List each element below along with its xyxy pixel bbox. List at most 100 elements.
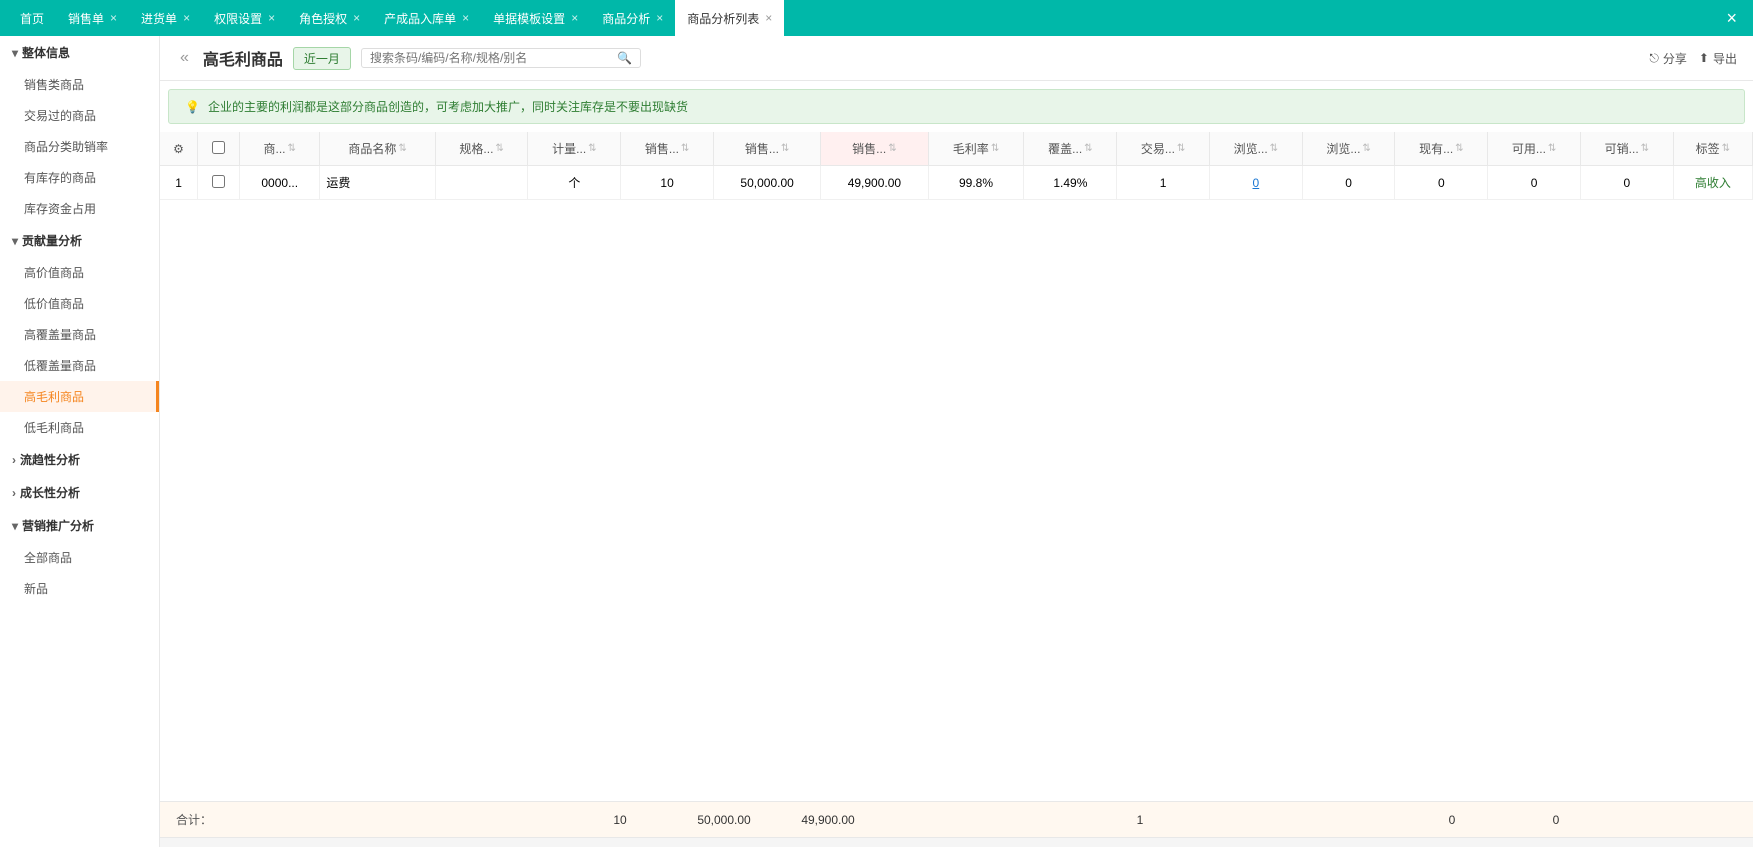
select-all-checkbox[interactable] [212, 141, 225, 154]
sidebar-group-marketing-label: 营销推广分析 [22, 517, 94, 534]
col-margin-rate[interactable]: 毛利率 ⇅ [928, 132, 1024, 166]
sidebar-group-contribution[interactable]: ▾ 贡献量分析 [0, 224, 159, 257]
nav-item-product-analysis[interactable]: 商品分析 × [590, 0, 675, 36]
filter-recent-month-button[interactable]: 近一月 [293, 47, 351, 70]
nav-item-purchase[interactable]: 进货单 × [129, 0, 202, 36]
cell-spec [435, 166, 528, 200]
nav-item-product-stock[interactable]: 产成品入库单 × [372, 0, 481, 36]
cell-trade: 1 [1117, 166, 1210, 200]
cell-coverage: 1.49% [1024, 166, 1117, 200]
nav-item-role[interactable]: 角色授权 × [287, 0, 372, 36]
sidebar-group-contribution-label: 贡献量分析 [22, 232, 82, 249]
sidebar-item-sales-goods[interactable]: 销售类商品 [0, 69, 159, 100]
sort-icon: ⇅ [1177, 143, 1185, 154]
sidebar-item-stock-capital[interactable]: 库存资金占用 [0, 193, 159, 224]
cell-margin-rate: 99.8% [928, 166, 1024, 200]
close-icon[interactable]: × [183, 11, 190, 25]
collapse-arrow-icon: ▾ [12, 519, 18, 533]
sidebar-item-high-value[interactable]: 高价值商品 [0, 257, 159, 288]
nav-item-home[interactable]: 首页 [8, 0, 56, 36]
top-nav: 首页 销售单 × 进货单 × 权限设置 × 角色授权 × 产成品入库单 × 单据… [0, 0, 1753, 36]
collapse-arrow-icon: ▾ [12, 234, 18, 248]
share-button[interactable]: ⎋ 分享 [1649, 50, 1687, 67]
col-checkbox[interactable] [198, 132, 240, 166]
table-row: 1 0000... 运费 个 10 50,000.00 49,900.00 99… [160, 166, 1753, 200]
sidebar: ▾ 整体信息 销售类商品 交易过的商品 商品分类助销率 有库存的商品 库存资金占… [0, 36, 160, 847]
sidebar-item-category-rate[interactable]: 商品分类助销率 [0, 131, 159, 162]
sidebar-item-new-goods[interactable]: 新品 [0, 573, 159, 604]
col-coverage[interactable]: 覆盖... ⇅ [1024, 132, 1117, 166]
close-icon[interactable]: × [462, 11, 469, 25]
sort-icon: ⇅ [495, 143, 503, 154]
page-title: 高毛利商品 [203, 46, 283, 70]
cell-sales-qty: 10 [621, 166, 714, 200]
table-container: ⚙ 商... ⇅ 商品名称 [160, 132, 1753, 801]
sidebar-group-overall[interactable]: ▾ 整体信息 [0, 36, 159, 69]
collapse-arrow-right-icon: › [12, 453, 16, 467]
sort-icon: ⇅ [1641, 143, 1649, 154]
bottom-scrollbar[interactable] [160, 837, 1753, 847]
cell-browse1[interactable]: 0 [1209, 166, 1302, 200]
sidebar-group-trend[interactable]: › 流趋性分析 [0, 443, 159, 476]
close-icon[interactable]: × [765, 11, 772, 25]
col-browse2[interactable]: 浏览... ⇅ [1302, 132, 1395, 166]
footer-stock-cur: 0 [1412, 813, 1492, 827]
sidebar-item-low-coverage[interactable]: 低覆盖量商品 [0, 350, 159, 381]
export-icon: ⬆ [1699, 51, 1709, 65]
col-stock-cur[interactable]: 现有... ⇅ [1395, 132, 1488, 166]
sort-icon: ⇅ [681, 143, 689, 154]
row-select-checkbox[interactable] [212, 175, 225, 188]
collapse-sidebar-button[interactable]: « [176, 49, 193, 67]
search-icon[interactable]: 🔍 [617, 51, 632, 65]
sidebar-item-stock-goods[interactable]: 有库存的商品 [0, 162, 159, 193]
col-name[interactable]: 商品名称 ⇅ [320, 132, 435, 166]
col-unit[interactable]: 计量... ⇅ [528, 132, 621, 166]
col-trade[interactable]: 交易... ⇅ [1117, 132, 1210, 166]
close-icon[interactable]: × [656, 11, 663, 25]
close-icon[interactable]: × [353, 11, 360, 25]
sidebar-item-high-coverage[interactable]: 高覆盖量商品 [0, 319, 159, 350]
sidebar-item-all-goods[interactable]: 全部商品 [0, 542, 159, 573]
sort-icon: ⇅ [1722, 143, 1730, 154]
nav-item-sales[interactable]: 销售单 × [56, 0, 129, 36]
sidebar-group-growth-label: 成长性分析 [20, 484, 80, 501]
col-browse1[interactable]: 浏览... ⇅ [1209, 132, 1302, 166]
sidebar-group-growth[interactable]: › 成长性分析 [0, 476, 159, 509]
col-sales-profit[interactable]: 销售... ⇅ [821, 132, 928, 166]
col-sales-qty[interactable]: 销售... ⇅ [621, 132, 714, 166]
nav-item-product-analysis-list[interactable]: 商品分析列表 × [675, 0, 784, 36]
col-sales-amount[interactable]: 销售... ⇅ [713, 132, 820, 166]
search-box: 🔍 [361, 48, 641, 68]
cell-code: 0000... [240, 166, 320, 200]
close-icon[interactable]: × [268, 11, 275, 25]
cell-stock-cur: 0 [1395, 166, 1488, 200]
cell-name: 运费 [320, 166, 435, 200]
col-tag[interactable]: 标签 ⇅ [1673, 132, 1752, 166]
close-icon[interactable]: × [110, 11, 117, 25]
sidebar-item-low-value[interactable]: 低价值商品 [0, 288, 159, 319]
footer-sales-profit: 49,900.00 [788, 813, 868, 827]
window-close-button[interactable]: × [1718, 8, 1745, 29]
search-input[interactable] [370, 51, 617, 65]
col-spec[interactable]: 规格... ⇅ [435, 132, 528, 166]
col-code[interactable]: 商... ⇅ [240, 132, 320, 166]
footer-sales-qty: 10 [580, 813, 660, 827]
close-icon[interactable]: × [571, 11, 578, 25]
col-settings[interactable]: ⚙ [160, 132, 198, 166]
footer-trade: 1 [1100, 813, 1180, 827]
sidebar-item-low-margin[interactable]: 低毛利商品 [0, 412, 159, 443]
nav-item-template[interactable]: 单据模板设置 × [481, 0, 590, 36]
export-button[interactable]: ⬆ 导出 [1699, 50, 1737, 67]
col-stock-avail[interactable]: 可用... ⇅ [1488, 132, 1581, 166]
sort-icon: ⇅ [398, 143, 406, 154]
nav-item-permission[interactable]: 权限设置 × [202, 0, 287, 36]
row-checkbox[interactable] [198, 166, 240, 200]
cell-stock-avail: 0 [1488, 166, 1581, 200]
sidebar-item-high-margin[interactable]: 高毛利商品 [0, 381, 159, 412]
content-area: « 高毛利商品 近一月 🔍 ⎋ 分享 ⬆ 导出 💡 企业的主要的利润都是这 [160, 36, 1753, 847]
sidebar-group-marketing[interactable]: ▾ 营销推广分析 [0, 509, 159, 542]
sidebar-item-traded-goods[interactable]: 交易过的商品 [0, 100, 159, 131]
col-stock-sell[interactable]: 可销... ⇅ [1580, 132, 1673, 166]
alert-banner: 💡 企业的主要的利润都是这部分商品创造的，可考虑加大推广，同时关注库存是不要出现… [168, 89, 1745, 124]
cell-stock-sell: 0 [1580, 166, 1673, 200]
